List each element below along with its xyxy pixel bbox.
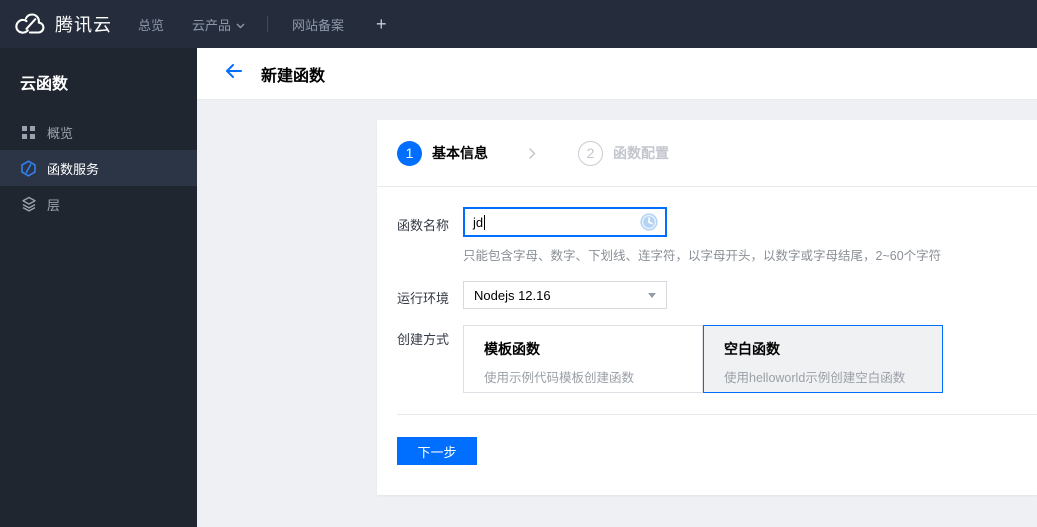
method-card-title: 模板函数	[484, 341, 540, 357]
creation-method-cards: 模板函数 使用示例代码模板创建函数 空白函数 使用helloworld示例创建空…	[463, 325, 943, 393]
step-2-label: 函数配置	[613, 145, 669, 161]
new-function-card: 1 基本信息 2 函数配置 函数名称 jd 只能包含字母、数字、下划线、连字符，…	[377, 120, 1037, 495]
chevron-down-icon	[236, 17, 245, 32]
form-footer-divider	[397, 414, 1037, 415]
runtime-select[interactable]: Nodejs 12.16	[463, 281, 667, 309]
runtime-label: 运行环境	[397, 291, 450, 306]
basic-info-form: 函数名称 jd 只能包含字母、数字、下划线、连字符，以字母开头，以数字或字母结尾	[377, 187, 1037, 465]
page-title: 新建函数	[261, 67, 326, 85]
main-area: 新建函数 1 基本信息 2 函数配置 函数名称 jd 只能包含字母、数字、下划线…	[197, 48, 1037, 527]
plus-icon: +	[376, 13, 387, 34]
method-card-blank-function[interactable]: 空白函数 使用helloworld示例创建空白函数	[703, 325, 943, 393]
sidebar-title: 云函数	[20, 76, 69, 93]
clock-icon	[639, 212, 659, 232]
function-name-input[interactable]: jd	[463, 207, 667, 237]
method-card-desc: 使用示例代码模板创建函数	[484, 371, 635, 385]
method-card-desc: 使用helloworld示例创建空白函数	[724, 371, 906, 385]
topnav-icp-filing[interactable]: 网站备案	[292, 15, 344, 34]
sidebar-menu: 概览 函数服务 层	[0, 114, 197, 222]
grid-icon	[20, 124, 37, 141]
add-tab-button[interactable]: +	[376, 14, 387, 35]
page-header: 新建函数	[197, 48, 1037, 100]
sidebar-item-function-service[interactable]: 函数服务	[0, 150, 197, 186]
function-name-hint: 只能包含字母、数字、下划线、连字符，以字母开头，以数字或字母结尾，2~60个字符	[463, 249, 942, 263]
topnav-cloud-products[interactable]: 云产品	[192, 15, 245, 34]
method-card-template-function[interactable]: 模板函数 使用示例代码模板创建函数	[463, 325, 703, 393]
creation-method-label: 创建方式	[397, 332, 450, 347]
topnav-divider	[267, 16, 269, 32]
function-name-label: 函数名称	[397, 218, 450, 233]
scf-icon	[20, 159, 37, 177]
topnav-overview[interactable]: 总览	[138, 15, 164, 34]
tencent-cloud-logo[interactable]: 腾讯云	[14, 11, 112, 37]
step-1-circle: 1	[397, 140, 422, 166]
runtime-value: Nodejs 12.16	[474, 287, 551, 303]
step-chevron-icon	[528, 147, 536, 160]
logo-text: 腾讯云	[55, 15, 112, 35]
function-name-value: jd	[473, 214, 484, 230]
method-card-title: 空白函数	[724, 341, 780, 357]
sidebar-item-overview[interactable]: 概览	[0, 114, 197, 150]
cloud-logo-icon	[14, 12, 46, 36]
back-arrow-icon	[223, 62, 243, 85]
sidebar: 云函数 概览 函数服务 层	[0, 48, 197, 527]
sidebar-item-layers[interactable]: 层	[0, 186, 197, 222]
sidebar-item-label: 层	[47, 197, 61, 213]
layers-icon	[20, 196, 37, 213]
back-button[interactable]	[223, 62, 243, 85]
next-step-button[interactable]: 下一步	[397, 437, 477, 465]
topbar: 腾讯云 总览 云产品 网站备案 +	[0, 0, 1037, 48]
step-indicator: 1 基本信息 2 函数配置	[377, 120, 1037, 187]
step-1-label: 基本信息	[432, 145, 488, 161]
sidebar-item-label: 概览	[47, 125, 74, 141]
sidebar-item-label: 函数服务	[47, 161, 100, 177]
text-cursor	[484, 214, 486, 230]
select-caret-icon	[648, 292, 656, 298]
step-2-circle: 2	[578, 140, 603, 166]
